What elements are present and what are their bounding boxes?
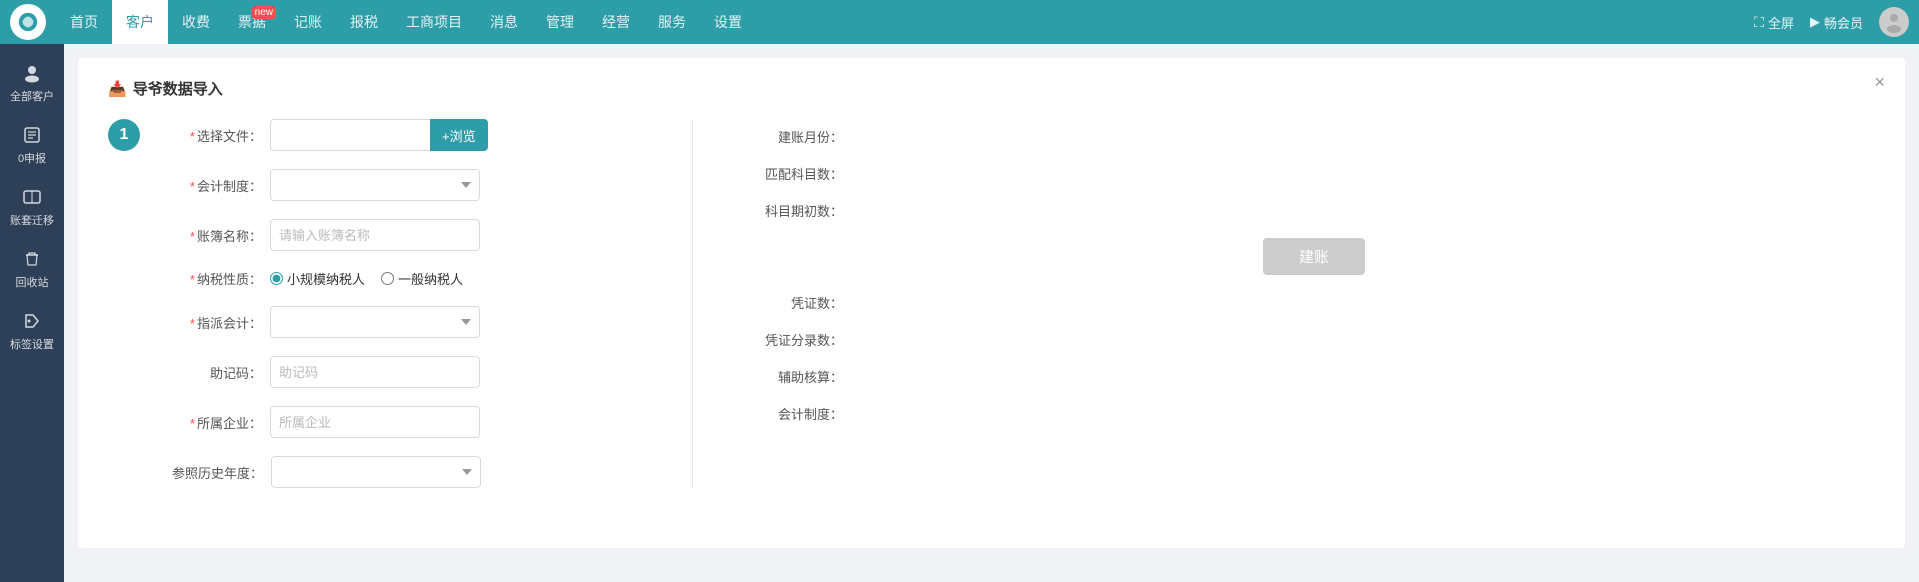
card-header: 📥 导爷数据导入 — [108, 78, 1875, 99]
import-icon: 📥 — [108, 80, 127, 98]
card-title: 导爷数据导入 — [133, 78, 223, 99]
mnemonic-label: 助记码： — [172, 363, 262, 382]
top-navigation: 首页 客户 收费 票据 new 记账 报税 工商项目 消息 管理 经营 服务 设… — [0, 0, 1919, 44]
subject-initial-row: 科目期初数： — [753, 201, 1875, 220]
assign-accountant-row: *指派会计： — [172, 306, 672, 338]
voucher-count-label: 凭证数： — [753, 293, 843, 312]
company-label: *所属企业： — [172, 413, 262, 432]
step-badge: 1 — [108, 119, 140, 151]
tax-type-row: *纳税性质： 小规模纳税人 一般纳税人 — [172, 269, 672, 288]
nav-operation[interactable]: 经营 — [588, 0, 644, 44]
assign-accountant-select[interactable] — [270, 306, 480, 338]
file-label: *选择文件： — [172, 126, 262, 145]
accounting-system-label: *会计制度： — [172, 176, 262, 195]
nav-menu: 首页 客户 收费 票据 new 记账 报税 工商项目 消息 管理 经营 服务 设… — [56, 0, 1754, 44]
tag-settings-icon — [21, 310, 43, 332]
accounting-system-right-row: 会计制度： — [753, 404, 1875, 423]
build-month-label: 建账月份： — [753, 127, 843, 146]
vip-button[interactable]: ▶ 畅会员 — [1810, 13, 1863, 32]
tax-type-radio-group: 小规模纳税人 一般纳税人 — [270, 269, 463, 288]
subject-initial-label: 科目期初数： — [753, 201, 843, 220]
nav-fee[interactable]: 收费 — [168, 0, 224, 44]
vertical-divider — [692, 119, 693, 488]
radio-general-taxpayer[interactable]: 一般纳税人 — [381, 269, 463, 288]
main-layout: 全部客户 0申报 账套迁移 回收站 标签设置 — [0, 44, 1919, 582]
nav-home[interactable]: 首页 — [56, 0, 112, 44]
voucher-count-row: 凭证数： — [753, 293, 1875, 312]
avatar-icon — [1882, 10, 1906, 34]
avatar[interactable] — [1879, 7, 1909, 37]
import-card: 📥 导爷数据导入 × 1 *选择文件： — [78, 58, 1905, 548]
mnemonic-row: 助记码： — [172, 356, 672, 388]
close-button[interactable]: × — [1874, 72, 1885, 93]
form-left: *选择文件： +浏览 *会计制度： — [172, 119, 672, 488]
fullscreen-icon: ⛶ — [1754, 14, 1764, 31]
file-path-input[interactable] — [270, 119, 430, 151]
company-input[interactable] — [270, 406, 480, 438]
sidebar: 全部客户 0申报 账套迁移 回收站 标签设置 — [0, 44, 64, 582]
app-logo — [10, 4, 46, 40]
aux-accounting-row: 辅助核算： — [753, 367, 1875, 386]
tax-type-label: *纳税性质： — [172, 269, 262, 288]
form-area: 1 *选择文件： +浏览 — [108, 119, 1875, 488]
vip-icon: ▶ — [1810, 14, 1820, 30]
sidebar-item-account-migrate[interactable]: 账套迁移 — [4, 178, 60, 236]
voucher-entry-label: 凭证分录数： — [753, 330, 843, 349]
file-select-row: *选择文件： +浏览 — [172, 119, 672, 151]
nav-tax[interactable]: 报税 — [336, 0, 392, 44]
assign-accountant-label: *指派会计： — [172, 313, 262, 332]
history-year-select[interactable] — [271, 456, 481, 488]
new-badge: new — [252, 6, 276, 19]
build-month-row: 建账月份： — [753, 127, 1875, 146]
build-button-area: 建账 — [753, 238, 1875, 275]
nav-manage[interactable]: 管理 — [532, 0, 588, 44]
mnemonic-input[interactable] — [270, 356, 480, 388]
sidebar-item-zero-declare[interactable]: 0申报 — [4, 116, 60, 174]
company-row: *所属企业： — [172, 406, 672, 438]
sidebar-item-recycle[interactable]: 回收站 — [4, 240, 60, 298]
form-right: 建账月份： 匹配科目数： 科目期初数： 建账 — [713, 119, 1875, 488]
account-migrate-icon — [21, 186, 43, 208]
nav-right-area: ⛶ 全屏 ▶ 畅会员 — [1754, 7, 1909, 37]
account-name-input[interactable] — [270, 219, 480, 251]
account-name-label: *账簿名称： — [172, 226, 262, 245]
history-year-label: 参照历史年度： — [172, 463, 263, 482]
nav-invoice[interactable]: 票据 new — [224, 0, 280, 44]
sidebar-item-tag-settings[interactable]: 标签设置 — [4, 302, 60, 360]
account-name-row: *账簿名称： — [172, 219, 672, 251]
recycle-icon — [21, 248, 43, 270]
step-indicator: 1 — [108, 119, 156, 151]
nav-settings[interactable]: 设置 — [700, 0, 756, 44]
sidebar-item-all-clients[interactable]: 全部客户 — [4, 54, 60, 112]
build-account-button[interactable]: 建账 — [1263, 238, 1365, 275]
nav-service[interactable]: 服务 — [644, 0, 700, 44]
nav-client[interactable]: 客户 — [112, 0, 168, 44]
radio-small-taxpayer[interactable]: 小规模纳税人 — [270, 269, 365, 288]
accounting-system-row: *会计制度： — [172, 169, 672, 201]
accounting-system-select[interactable] — [270, 169, 480, 201]
all-clients-icon — [21, 62, 43, 84]
history-year-row: 参照历史年度： — [172, 456, 672, 488]
match-subject-label: 匹配科目数： — [753, 164, 843, 183]
nav-bookkeeping[interactable]: 记账 — [280, 0, 336, 44]
file-input-group: +浏览 — [270, 119, 488, 151]
voucher-entry-row: 凭证分录数： — [753, 330, 1875, 349]
step-section: 1 *选择文件： +浏览 — [108, 119, 672, 488]
main-content: 📥 导爷数据导入 × 1 *选择文件： — [64, 44, 1919, 582]
fullscreen-button[interactable]: ⛶ 全屏 — [1754, 13, 1794, 32]
logo-icon — [17, 11, 39, 33]
nav-business[interactable]: 工商项目 — [392, 0, 476, 44]
aux-accounting-label: 辅助核算： — [753, 367, 843, 386]
match-subject-row: 匹配科目数： — [753, 164, 1875, 183]
zero-declare-icon — [21, 124, 43, 146]
accounting-system-right-label: 会计制度： — [753, 404, 843, 423]
nav-message[interactable]: 消息 — [476, 0, 532, 44]
browse-button[interactable]: +浏览 — [430, 119, 488, 151]
